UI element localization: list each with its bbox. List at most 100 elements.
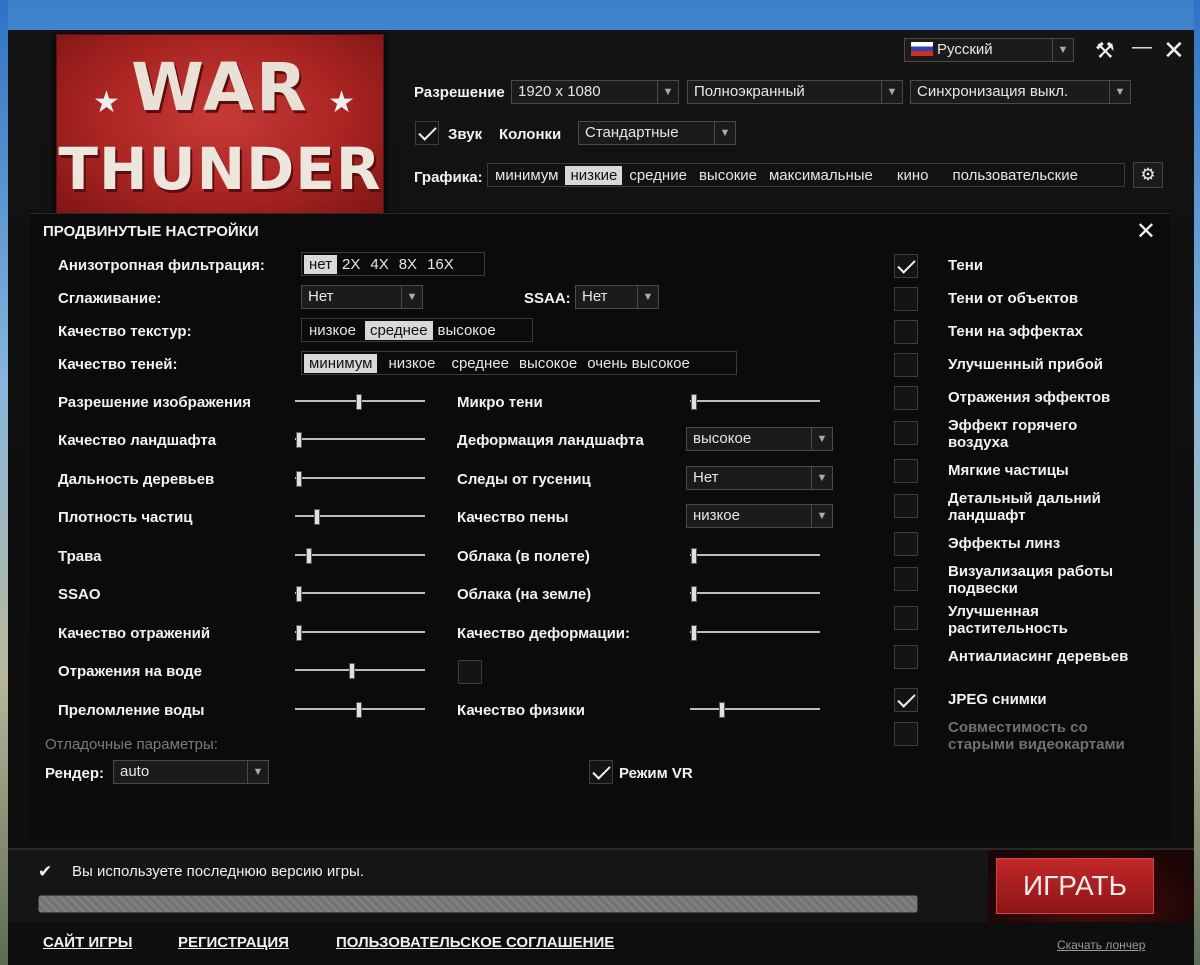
particle-density-slider[interactable] xyxy=(295,509,425,525)
shadow-option[interactable]: среднее xyxy=(446,354,514,373)
check-label: Тени на эффектах xyxy=(948,323,1083,340)
unlabeled-checkbox[interactable] xyxy=(458,660,482,684)
graphics-option[interactable]: средние xyxy=(624,166,692,185)
graphics-option[interactable]: минимум xyxy=(490,166,563,185)
foam-select[interactable]: низкое ▼ xyxy=(686,504,833,528)
chevron-down-icon: ▼ xyxy=(811,428,832,450)
effect-shadows-checkbox[interactable] xyxy=(894,320,918,344)
graphics-preset-selector: минимум низкие средние высокие максималь… xyxy=(487,163,1125,187)
display-mode-select[interactable]: Полноэкранный ▼ xyxy=(687,80,903,104)
physics-label: Качество физики xyxy=(457,702,585,719)
speakers-select[interactable]: Стандартные ▼ xyxy=(578,121,736,145)
render-label: Рендер: xyxy=(45,765,105,782)
site-link[interactable]: САЙТ ИГРЫ xyxy=(43,934,132,951)
download-launcher-link[interactable]: Скачать лончер xyxy=(1057,938,1145,952)
minimize-icon[interactable]: — xyxy=(1132,36,1152,59)
micro-shadows-slider[interactable] xyxy=(690,394,820,410)
slider-label: Отражения на воде xyxy=(58,663,202,680)
shadow-option[interactable]: высокое xyxy=(514,354,582,373)
play-button[interactable]: ИГРАТЬ xyxy=(996,858,1154,914)
tools-icon[interactable]: ⚒ xyxy=(1095,38,1115,64)
check-label: Совместимость со старыми видеокартами xyxy=(948,719,1125,753)
vegetation-checkbox[interactable] xyxy=(894,606,918,630)
vsync-select[interactable]: Синхронизация выкл. ▼ xyxy=(910,80,1131,104)
old-gpu-compat-checkbox[interactable] xyxy=(894,722,918,746)
aniso-option[interactable]: 16X xyxy=(422,255,459,274)
check-label: Антиалиасинг деревьев xyxy=(948,648,1129,665)
aniso-option[interactable]: 8X xyxy=(394,255,422,274)
vsync-value: Синхронизация выкл. xyxy=(917,83,1069,100)
terrain-deform-select[interactable]: высокое ▼ xyxy=(686,427,833,451)
heat-haze-checkbox[interactable] xyxy=(894,421,918,445)
desktop-background-right xyxy=(1194,0,1200,965)
texture-option[interactable]: высокое xyxy=(433,321,501,340)
debug-label: Отладочные параметры: xyxy=(45,736,218,753)
war-thunder-logo: ★ ★ WAR THUNDER xyxy=(56,34,384,218)
vr-mode-checkbox[interactable] xyxy=(589,760,613,784)
effect-reflections-checkbox[interactable] xyxy=(894,386,918,410)
tree-distance-slider[interactable] xyxy=(295,471,425,487)
lens-effects-checkbox[interactable] xyxy=(894,532,918,556)
shadow-option[interactable]: минимум xyxy=(304,353,378,373)
deform-quality-label: Качество деформации: xyxy=(457,625,631,642)
register-link[interactable]: РЕГИСТРАЦИЯ xyxy=(178,934,289,951)
logo-line1: WAR xyxy=(131,49,309,126)
ssaa-select[interactable]: Нет ▼ xyxy=(575,285,659,309)
tree-aa-checkbox[interactable] xyxy=(894,645,918,669)
desktop-background xyxy=(0,0,8,965)
graphics-option[interactable]: пользовательские xyxy=(947,166,1082,185)
terrain-quality-slider[interactable] xyxy=(295,432,425,448)
slider-label: Качество отражений xyxy=(58,625,211,642)
check-label: Мягкие частицы xyxy=(948,462,1069,479)
grass-slider[interactable] xyxy=(295,548,425,564)
graphics-option[interactable]: кино xyxy=(892,166,934,185)
physics-quality-slider[interactable] xyxy=(690,702,820,718)
graphics-option[interactable]: высокие xyxy=(694,166,762,185)
check-label: Детальный дальний ландшафт xyxy=(948,490,1101,524)
shadow-option[interactable]: очень высокое xyxy=(582,354,695,373)
jpeg-screenshots-checkbox[interactable] xyxy=(894,688,918,712)
shadow-option[interactable]: низкое xyxy=(383,354,440,373)
agreement-link[interactable]: ПОЛЬЗОВАТЕЛЬСКОЕ СОГЛАШЕНИЕ xyxy=(336,934,614,951)
aniso-option[interactable]: нет xyxy=(304,254,337,274)
close-icon[interactable]: ✕ xyxy=(1136,217,1156,246)
sound-checkbox[interactable] xyxy=(415,121,439,145)
gear-icon[interactable]: ⚙ xyxy=(1133,162,1163,188)
improved-surf-checkbox[interactable] xyxy=(894,353,918,377)
clouds-air-slider[interactable] xyxy=(690,548,820,564)
foam-value: низкое xyxy=(693,507,740,524)
aniso-option[interactable]: 4X xyxy=(365,255,393,274)
launcher-window: ★ ★ WAR THUNDER Русский ▼ ⚒ — ✕ Разрешен… xyxy=(8,30,1194,965)
image-resolution-slider[interactable] xyxy=(295,394,425,410)
resolution-select[interactable]: 1920 x 1080 ▼ xyxy=(511,80,679,104)
texture-selector: низкое среднее высокое xyxy=(301,318,533,342)
slider-label: Плотность частиц xyxy=(58,509,193,526)
reflection-quality-slider[interactable] xyxy=(295,625,425,641)
render-select[interactable]: auto ▼ xyxy=(113,760,269,784)
language-select[interactable]: Русский ▼ xyxy=(904,38,1074,62)
object-shadows-checkbox[interactable] xyxy=(894,287,918,311)
graphics-option[interactable]: максимальные xyxy=(764,166,878,185)
water-reflection-slider[interactable] xyxy=(295,663,425,679)
suspension-checkbox[interactable] xyxy=(894,567,918,591)
antialias-select[interactable]: Нет ▼ xyxy=(301,285,423,309)
texture-option[interactable]: среднее xyxy=(364,320,433,340)
display-mode-value: Полноэкранный xyxy=(694,83,805,100)
tracks-select[interactable]: Нет ▼ xyxy=(686,466,833,490)
graphics-label: Графика: xyxy=(414,169,483,186)
clouds-ground-slider[interactable] xyxy=(690,586,820,602)
deform-quality-slider[interactable] xyxy=(690,625,820,641)
soft-particles-checkbox[interactable] xyxy=(894,459,918,483)
detailed-terrain-checkbox[interactable] xyxy=(894,494,918,518)
chevron-down-icon: ▼ xyxy=(714,122,735,144)
foam-label: Качество пены xyxy=(457,509,569,526)
close-icon[interactable]: ✕ xyxy=(1163,35,1185,66)
shadows-checkbox[interactable] xyxy=(894,254,918,278)
graphics-option[interactable]: низкие xyxy=(565,165,623,185)
ssaa-value: Нет xyxy=(582,288,608,305)
tracks-value: Нет xyxy=(693,469,719,486)
texture-option[interactable]: низкое xyxy=(304,321,361,340)
ssao-slider[interactable] xyxy=(295,586,425,602)
aniso-option[interactable]: 2X xyxy=(337,255,365,274)
water-refraction-slider[interactable] xyxy=(295,702,425,718)
